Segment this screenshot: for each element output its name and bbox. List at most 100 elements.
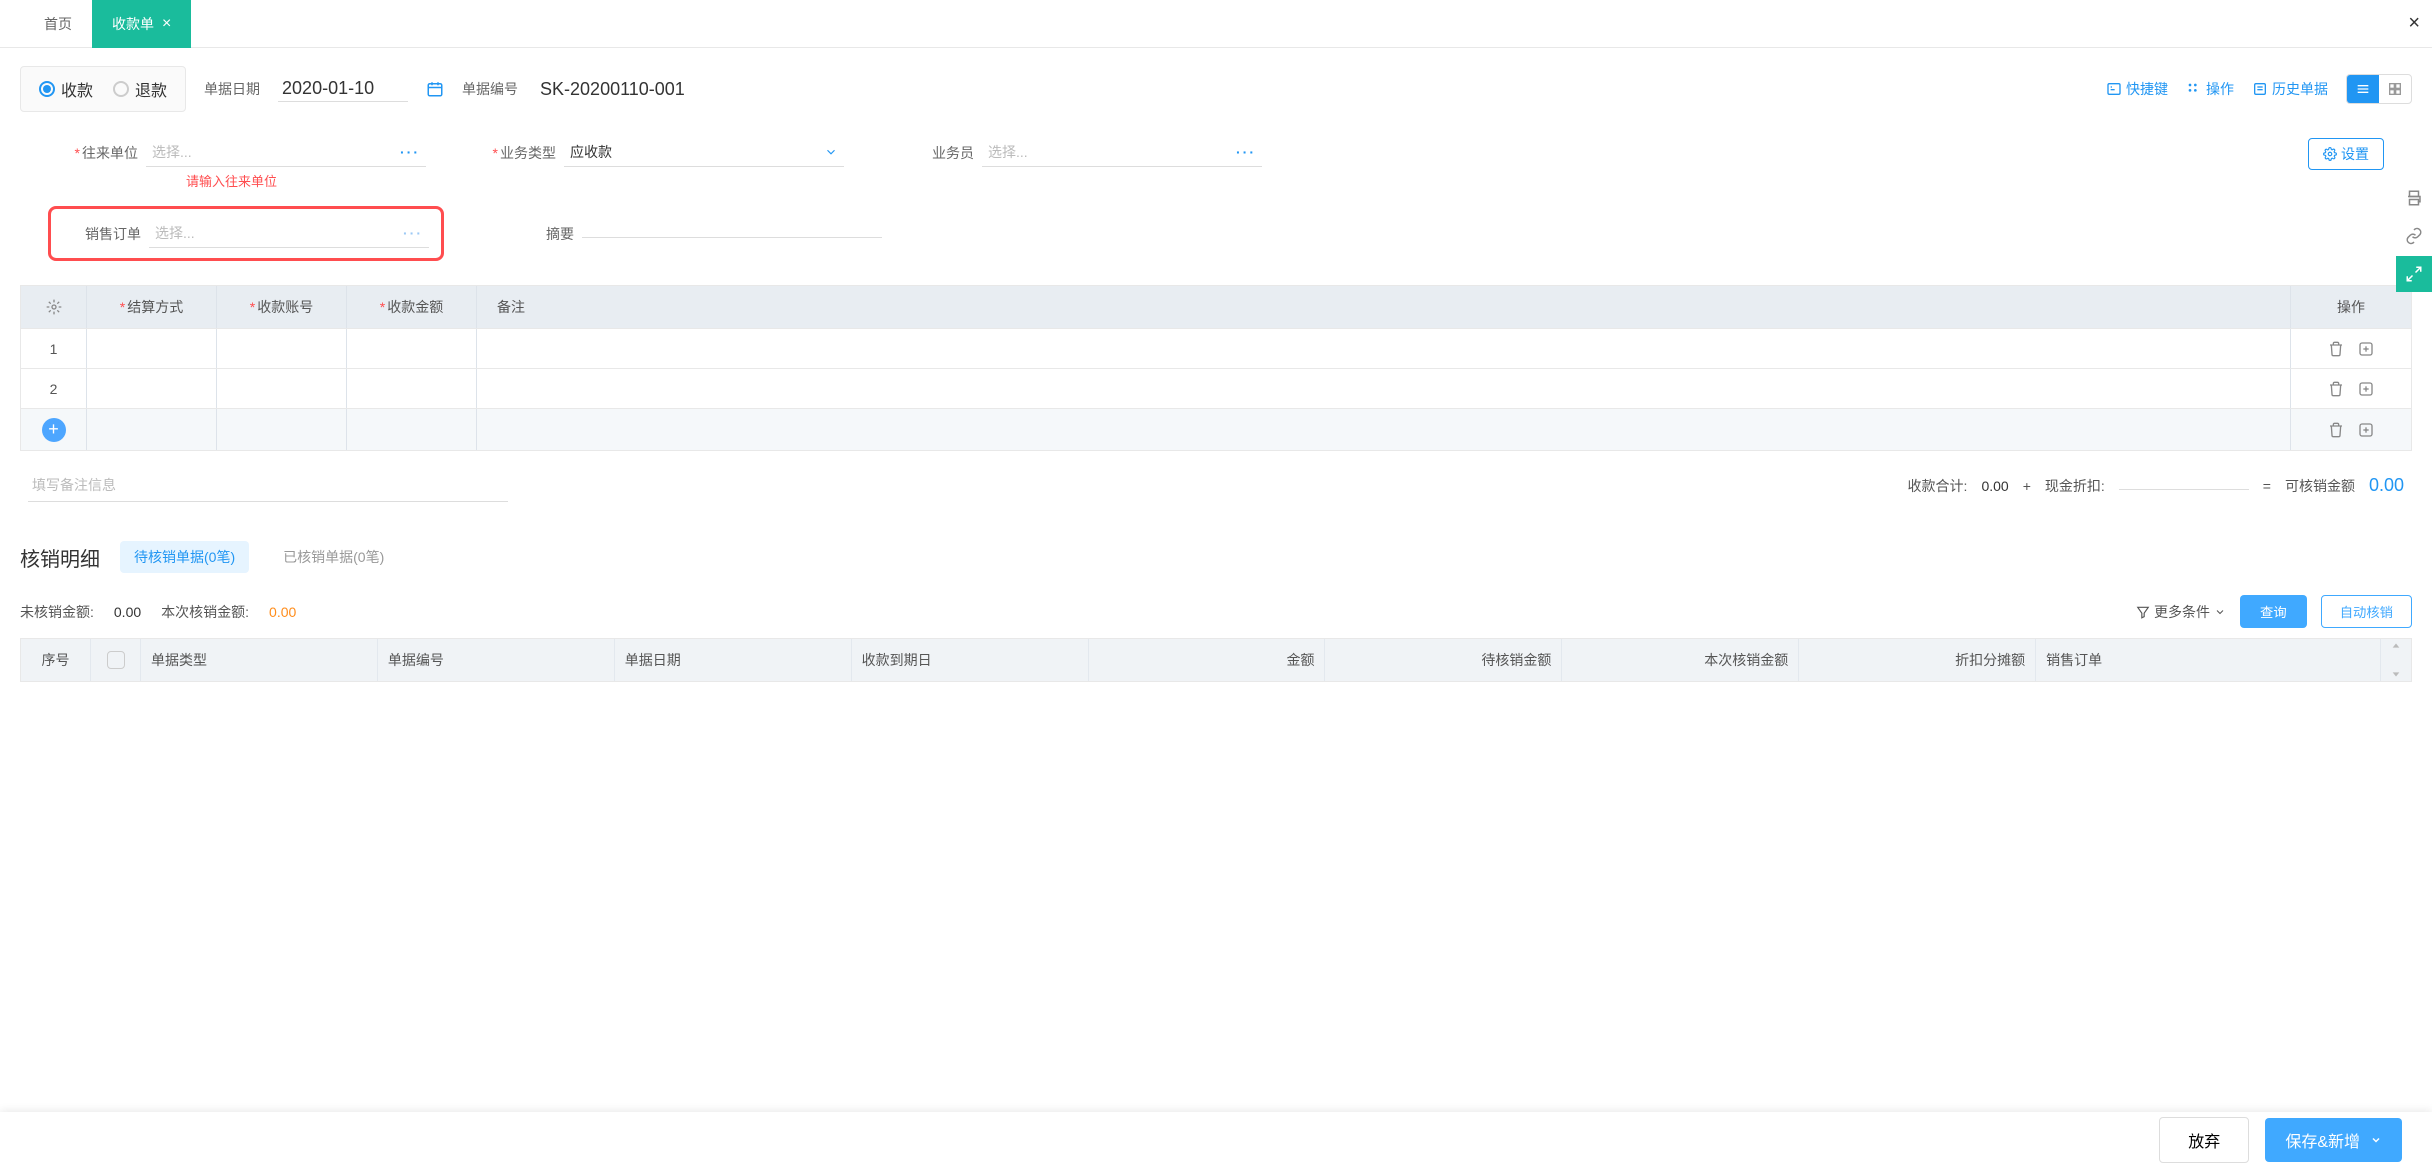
- biztype-value: 应收款: [570, 142, 824, 162]
- unwrite-label: 未核销金额:: [20, 602, 94, 622]
- salesman-select[interactable]: 选择... ···: [982, 138, 1262, 167]
- col-amount: 金额: [1089, 639, 1326, 681]
- rail-link-icon[interactable]: [2396, 218, 2432, 254]
- col-ops: 操作: [2291, 286, 2411, 328]
- cell-remark[interactable]: [477, 369, 2291, 408]
- cell-amount[interactable]: [347, 369, 477, 408]
- total-value: 0.00: [1981, 478, 2008, 494]
- party-select[interactable]: 选择... ···: [146, 138, 426, 167]
- col-docdate: 单据日期: [615, 639, 852, 681]
- delete-icon[interactable]: [2328, 341, 2344, 357]
- col-discount: 折扣分摊额: [1799, 639, 2036, 681]
- discount-label: 现金折扣:: [2045, 476, 2105, 496]
- close-icon[interactable]: ×: [162, 15, 171, 33]
- radio-receive[interactable]: 收款: [39, 77, 93, 101]
- table-footer: +: [21, 408, 2411, 450]
- table-row: 1: [21, 328, 2411, 368]
- cell-settle[interactable]: [87, 329, 217, 368]
- writeoff-table: 序号 单据类型 单据编号 单据日期 收款到期日 金额 待核销金额 本次核销金额 …: [20, 638, 2412, 682]
- salesman-label: 业务员: [884, 143, 974, 163]
- rail-expand-icon[interactable]: [2396, 256, 2432, 292]
- writeoff-label: 可核销金额: [2285, 476, 2355, 496]
- add-row-icon[interactable]: [2358, 422, 2374, 438]
- top-tab-bar: 首页 收款单 × ×: [0, 0, 2432, 48]
- more-conditions-button[interactable]: 更多条件: [2136, 602, 2226, 622]
- settings-button[interactable]: 设置: [2308, 138, 2384, 170]
- cell-account[interactable]: [217, 329, 347, 368]
- writeoff-title: 核销明细: [20, 543, 100, 572]
- ellipsis-icon[interactable]: ···: [400, 144, 420, 160]
- sales-order-select[interactable]: 选择... ···: [149, 219, 429, 248]
- biztype-select[interactable]: 应收款: [564, 138, 844, 167]
- view-grid-icon[interactable]: [2379, 75, 2411, 103]
- tab-pending[interactable]: 待核销单据(0笔): [120, 541, 249, 573]
- cell-account[interactable]: [217, 369, 347, 408]
- summary-row: 填写备注信息 收款合计: 0.00 + 现金折扣: = 可核销金额 0.00: [20, 451, 2412, 521]
- ellipsis-icon[interactable]: ···: [1236, 144, 1256, 160]
- add-circle-icon[interactable]: +: [42, 418, 66, 442]
- tab-receipt[interactable]: 收款单 ×: [92, 0, 191, 48]
- calendar-icon[interactable]: [426, 80, 444, 98]
- auto-writeoff-button[interactable]: 自动核销: [2321, 595, 2412, 628]
- doc-no-label: 单据编号: [462, 79, 518, 99]
- shortcut-button[interactable]: 快捷键: [2106, 79, 2168, 99]
- doc-date-value[interactable]: 2020-01-10: [278, 76, 408, 102]
- radio-icon: [39, 81, 55, 97]
- unwrite-value: 0.00: [114, 604, 141, 620]
- col-checkbox: [91, 639, 141, 681]
- radio-refund[interactable]: 退款: [113, 77, 167, 101]
- salesman-placeholder: 选择...: [988, 142, 1236, 162]
- col-pending: 待核销金额: [1325, 639, 1562, 681]
- cell-remark[interactable]: [477, 329, 2291, 368]
- discount-input[interactable]: [2119, 481, 2249, 490]
- panel-close-icon[interactable]: ×: [2408, 12, 2420, 35]
- operate-button[interactable]: 操作: [2186, 79, 2234, 99]
- tab-home[interactable]: 首页: [24, 0, 92, 48]
- history-label: 历史单据: [2272, 79, 2328, 99]
- remark-input[interactable]: 填写备注信息: [28, 469, 508, 502]
- col-thisamt: 本次核销金额: [1562, 639, 1799, 681]
- view-toggle: [2346, 74, 2412, 104]
- chevron-down-icon[interactable]: [824, 145, 838, 159]
- col-docno: 单据编号: [378, 639, 615, 681]
- receipt-type-radio-group: 收款 退款: [20, 66, 186, 112]
- tab-done[interactable]: 已核销单据(0笔): [269, 541, 398, 573]
- save-button[interactable]: 保存&新增: [2265, 1118, 2402, 1162]
- cell-settle[interactable]: [87, 369, 217, 408]
- scroll-indicator[interactable]: [2381, 639, 2411, 681]
- party-placeholder: 选择...: [152, 142, 400, 162]
- this-write-label: 本次核销金额:: [161, 602, 249, 622]
- ellipsis-icon[interactable]: ···: [403, 225, 423, 241]
- gear-icon[interactable]: [21, 286, 87, 328]
- query-button[interactable]: 查询: [2240, 595, 2307, 628]
- cancel-button[interactable]: 放弃: [2159, 1117, 2249, 1163]
- view-list-icon[interactable]: [2347, 75, 2379, 103]
- save-label: 保存&新增: [2285, 1128, 2360, 1152]
- sales-order-label: 销售订单: [51, 224, 141, 244]
- col-doctype: 单据类型: [141, 639, 378, 681]
- add-row-icon[interactable]: [2358, 381, 2374, 397]
- rail-print-icon[interactable]: [2396, 180, 2432, 216]
- row-index: 2: [21, 369, 87, 408]
- summary-label: 摘要: [484, 224, 574, 244]
- radio-refund-label: 退款: [135, 77, 167, 101]
- sales-order-highlight: 销售订单 选择... ···: [48, 206, 444, 261]
- payment-table: *结算方式 *收款账号 *收款金额 备注 操作 1 2: [20, 285, 2412, 451]
- summary-input[interactable]: [582, 229, 882, 238]
- history-button[interactable]: 历史单据: [2252, 79, 2328, 99]
- delete-icon[interactable]: [2328, 381, 2344, 397]
- cell-amount[interactable]: [347, 329, 477, 368]
- delete-icon[interactable]: [2328, 422, 2344, 438]
- more-cond-label: 更多条件: [2154, 602, 2210, 622]
- add-row-icon[interactable]: [2358, 341, 2374, 357]
- plus-sign: +: [2023, 478, 2031, 494]
- this-write-value: 0.00: [269, 604, 296, 620]
- settings-label: 设置: [2341, 144, 2369, 164]
- col-settle-method: *结算方式: [87, 286, 217, 328]
- party-label: *往来单位: [48, 143, 138, 163]
- checkbox-all[interactable]: [107, 651, 125, 669]
- col-account: *收款账号: [217, 286, 347, 328]
- tab-receipt-label: 收款单: [112, 14, 154, 34]
- radio-icon: [113, 81, 129, 97]
- shortcut-label: 快捷键: [2126, 79, 2168, 99]
